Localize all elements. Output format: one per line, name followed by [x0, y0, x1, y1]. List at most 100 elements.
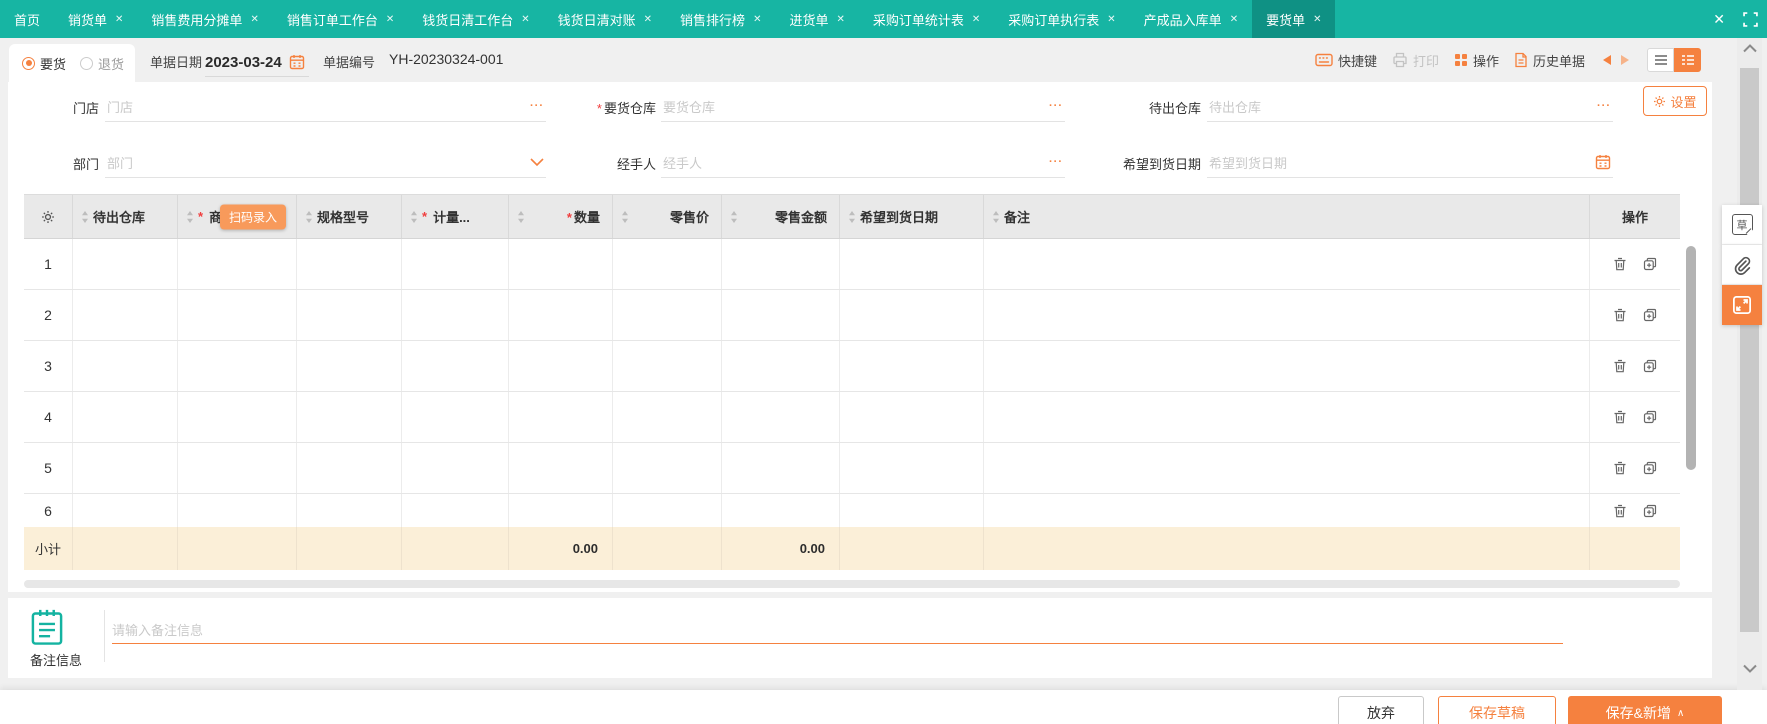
radio-return-goods[interactable]: 退货	[80, 54, 124, 73]
delete-row-icon[interactable]	[1613, 410, 1627, 424]
grid-cell[interactable]	[840, 341, 984, 391]
sort-icon[interactable]	[81, 210, 89, 223]
grid-cell[interactable]	[402, 494, 509, 527]
tab-cash-workbench[interactable]: 钱货日清工作台 ✕	[408, 0, 543, 38]
grid-cell[interactable]	[613, 341, 722, 391]
sort-icon[interactable]	[305, 210, 313, 223]
grid-cell[interactable]	[840, 239, 984, 289]
arrow-right-icon[interactable]	[1620, 54, 1630, 66]
grid-cell[interactable]	[509, 494, 613, 527]
grid-cell[interactable]	[613, 239, 722, 289]
tab-close-icon[interactable]: ✕	[386, 14, 394, 25]
column-header-spec-model[interactable]: 规格型号	[297, 195, 402, 238]
grid-cell[interactable]	[722, 392, 840, 442]
radio-request-goods[interactable]: 要货	[22, 54, 66, 73]
tab-cash-reconcile[interactable]: 钱货日清对账 ✕	[544, 0, 666, 38]
page-scrollbar-thumb[interactable]	[1740, 68, 1759, 632]
grid-cell[interactable]	[297, 341, 402, 391]
grid-cell[interactable]	[509, 341, 613, 391]
column-header-expected-date[interactable]: 希望到货日期	[840, 195, 984, 238]
column-header-product[interactable]: * 商品 扫码录入	[178, 195, 297, 238]
draft-list-button[interactable]: 草	[1722, 205, 1762, 245]
grid-cell[interactable]	[722, 494, 840, 527]
grid-cell[interactable]	[402, 239, 509, 289]
tab-close-icon[interactable]: ✕	[115, 14, 123, 25]
lookup-ellipsis-icon[interactable]: ···	[1597, 97, 1611, 115]
column-header-remark[interactable]: 备注	[984, 195, 1590, 238]
grid-cell[interactable]	[178, 290, 297, 340]
sort-icon[interactable]	[848, 210, 856, 223]
lookup-ellipsis-icon[interactable]: ···	[1049, 97, 1063, 115]
grid-cell[interactable]	[73, 392, 178, 442]
grid-cell[interactable]	[297, 443, 402, 493]
calendar-icon[interactable]	[1595, 153, 1611, 171]
tab-sales-workbench[interactable]: 销售订单工作台 ✕	[273, 0, 408, 38]
delete-row-icon[interactable]	[1613, 504, 1627, 518]
delete-row-icon[interactable]	[1613, 461, 1627, 475]
grid-cell[interactable]	[178, 494, 297, 527]
save-draft-button[interactable]: 保存草稿	[1438, 696, 1556, 724]
grid-cell[interactable]	[984, 290, 1590, 340]
save-and-new-button[interactable]: 保存&新增 ∧	[1568, 696, 1722, 724]
copy-row-icon[interactable]	[1643, 504, 1657, 518]
sort-icon[interactable]	[517, 210, 525, 223]
grid-cell[interactable]	[178, 443, 297, 493]
operate-button[interactable]: 操作	[1454, 51, 1499, 70]
copy-row-icon[interactable]	[1643, 359, 1657, 373]
tab-close-icon[interactable]: ✕	[1313, 14, 1321, 25]
tab-close-icon[interactable]: ✕	[972, 14, 980, 25]
grid-cell[interactable]	[297, 239, 402, 289]
sort-icon[interactable]	[992, 210, 1000, 223]
tab-close-icon[interactable]: ✕	[753, 14, 761, 25]
grid-cell[interactable]	[840, 443, 984, 493]
request-warehouse-field[interactable]: 要货仓库 ···	[661, 92, 1065, 122]
column-header-outbound-warehouse[interactable]: 待出仓库	[73, 195, 178, 238]
grid-cell[interactable]	[840, 290, 984, 340]
tab-sales-order[interactable]: 销货单 ✕	[54, 0, 137, 38]
department-field[interactable]: 部门	[105, 148, 546, 178]
scroll-up-icon[interactable]	[1737, 44, 1762, 53]
grid-cell[interactable]	[73, 341, 178, 391]
settings-button[interactable]: 设置	[1643, 86, 1707, 116]
tab-po-statistics[interactable]: 采购订单统计表 ✕	[859, 0, 994, 38]
tab-close-icon[interactable]: ✕	[836, 14, 844, 25]
grid-cell[interactable]	[402, 392, 509, 442]
column-header-retail-price[interactable]: 零售价	[613, 195, 722, 238]
copy-row-icon[interactable]	[1643, 257, 1657, 271]
sort-icon[interactable]	[621, 210, 629, 223]
grid-cell[interactable]	[509, 239, 613, 289]
grid-cell[interactable]	[613, 494, 722, 527]
delete-row-icon[interactable]	[1613, 308, 1627, 322]
store-field[interactable]: 门店 ···	[105, 92, 546, 122]
grid-cell[interactable]	[984, 443, 1590, 493]
lookup-ellipsis-icon[interactable]: ···	[1049, 153, 1063, 171]
tab-close-icon[interactable]: ✕	[250, 14, 258, 25]
grid-cell[interactable]	[178, 239, 297, 289]
grid-cell[interactable]	[509, 290, 613, 340]
list-view-toggle[interactable]	[1647, 48, 1674, 72]
calendar-icon[interactable]	[289, 54, 305, 70]
grid-cell[interactable]	[178, 341, 297, 391]
expand-button[interactable]	[1722, 285, 1762, 325]
scroll-down-icon[interactable]	[1737, 664, 1762, 673]
delete-row-icon[interactable]	[1613, 359, 1627, 373]
grid-cell[interactable]	[984, 392, 1590, 442]
grid-cell[interactable]	[73, 290, 178, 340]
remarks-input[interactable]: 请输入备注信息	[112, 620, 203, 639]
handler-field[interactable]: 经手人 ···	[661, 148, 1065, 178]
grid-cell[interactable]	[402, 443, 509, 493]
grid-cell[interactable]	[297, 494, 402, 527]
grid-cell[interactable]	[178, 392, 297, 442]
horizontal-scrollbar[interactable]	[24, 580, 1680, 588]
tab-close-icon[interactable]: ✕	[644, 14, 652, 25]
print-button[interactable]: 打印	[1392, 51, 1439, 70]
copy-row-icon[interactable]	[1643, 308, 1657, 322]
delete-row-icon[interactable]	[1613, 257, 1627, 271]
grid-cell[interactable]	[984, 341, 1590, 391]
page-scrollbar[interactable]	[1737, 38, 1762, 690]
grid-cell[interactable]	[722, 290, 840, 340]
scan-entry-badge[interactable]: 扫码录入	[220, 204, 287, 229]
tab-home[interactable]: 首页	[0, 0, 54, 38]
grid-cell[interactable]	[722, 443, 840, 493]
sort-icon[interactable]	[186, 210, 194, 223]
